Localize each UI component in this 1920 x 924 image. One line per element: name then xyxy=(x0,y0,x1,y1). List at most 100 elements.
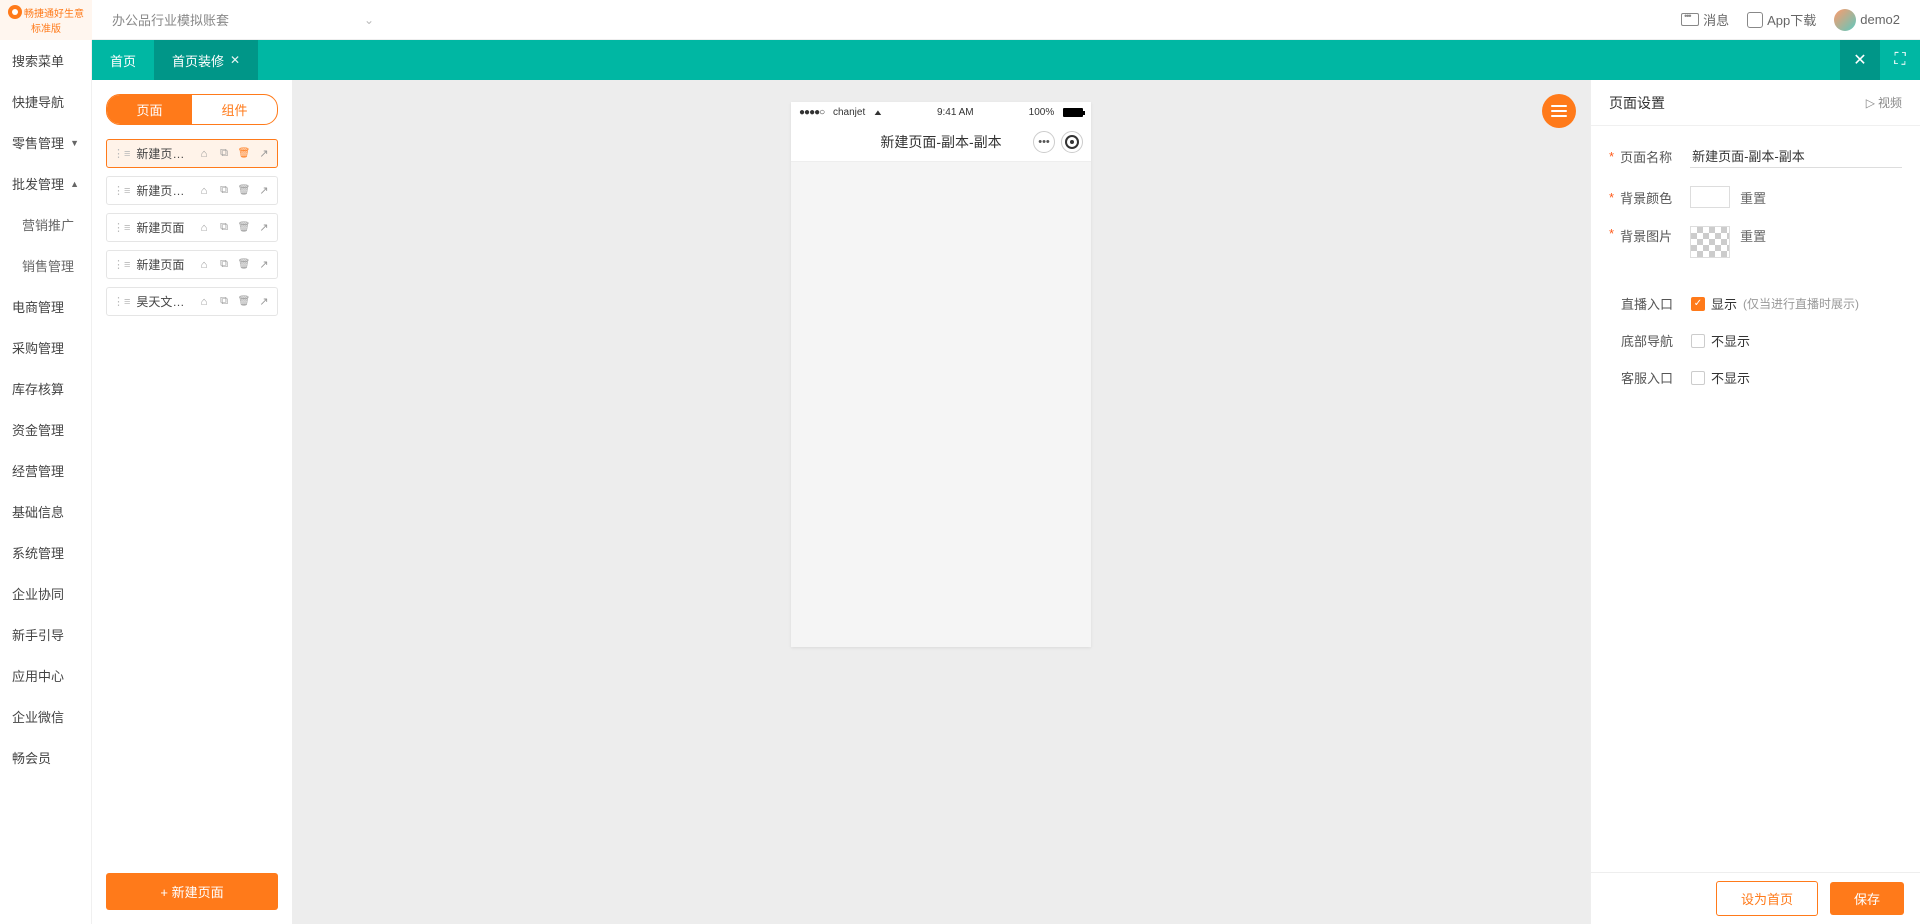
battery-icon xyxy=(1063,108,1083,117)
bottom-nav-checkbox[interactable] xyxy=(1691,334,1705,348)
page-item-2[interactable]: ⋮≡ 新建页面 xyxy=(106,213,278,242)
open-external-icon[interactable] xyxy=(257,295,271,309)
page-item-name: 新建页面 xyxy=(136,219,191,236)
field-bg-color: *背景颜色 重置 xyxy=(1609,186,1902,208)
copy-icon[interactable] xyxy=(217,147,231,161)
page-name-input[interactable] xyxy=(1690,144,1902,168)
delete-icon[interactable] xyxy=(237,221,251,235)
phone-signal: ●●●●○ chanjet xyxy=(799,107,882,118)
page-item-name: 新建页面-副本 xyxy=(136,182,191,199)
sidebar-item-13[interactable]: 企业协同 xyxy=(0,573,91,614)
sidebar-item-11[interactable]: 基础信息 xyxy=(0,491,91,532)
drag-handle-icon[interactable]: ⋮≡ xyxy=(113,184,130,197)
sidebar-item-3[interactable]: 批发管理▲ xyxy=(0,163,91,204)
sidebar: 搜索菜单快捷导航零售管理▼批发管理▲营销推广销售管理电商管理采购管理库存核算资金… xyxy=(0,40,92,924)
page-item-0[interactable]: ⋮≡新建页面-副本... xyxy=(106,139,278,168)
sidebar-item-9[interactable]: 资金管理 xyxy=(0,409,91,450)
bg-color-reset[interactable]: 重置 xyxy=(1740,188,1766,207)
brand-text: 畅捷通好生意 xyxy=(24,5,84,20)
field-live-entry: 直播入口 显示 (仅当进行直播时展示) xyxy=(1609,294,1902,313)
sidebar-item-16[interactable]: 企业微信 xyxy=(0,696,91,737)
open-external-icon[interactable] xyxy=(257,258,271,272)
drag-handle-icon[interactable]: ⋮≡ xyxy=(113,147,130,160)
brand-logo[interactable]: 畅捷通好生意 标准版 xyxy=(0,0,92,40)
sidebar-item-14[interactable]: 新手引导 xyxy=(0,614,91,655)
phone-statusbar: ●●●●○ chanjet 9:41 AM 100% xyxy=(791,102,1091,122)
page-item-1[interactable]: ⋮≡ 新建页面-副本 xyxy=(106,176,278,205)
phone-preview: ●●●●○ chanjet 9:41 AM 100% 新建页面-副本-副本 ••… xyxy=(791,102,1091,647)
field-service-entry: 客服入口 不显示 xyxy=(1609,368,1902,387)
account-selector[interactable]: 办公品行业模拟账套 ⌄ xyxy=(112,10,374,29)
page-list: ⋮≡新建页面-副本...⋮≡新建页面-副本⋮≡新建页面⋮≡新建页面⋮≡昊天文具店 xyxy=(106,139,278,863)
tab-bar-actions: ✕ ⛶ xyxy=(1840,40,1920,80)
chevron-down-icon: ⌄ xyxy=(364,13,374,27)
home-icon[interactable] xyxy=(197,184,211,198)
open-external-icon[interactable] xyxy=(257,147,271,161)
home-icon[interactable] xyxy=(197,147,211,161)
user-menu[interactable]: demo2 xyxy=(1834,9,1900,31)
service-entry-checkbox[interactable] xyxy=(1691,371,1705,385)
delete-icon[interactable] xyxy=(237,147,251,161)
sidebar-item-1[interactable]: 快捷导航 xyxy=(0,81,91,122)
close-all-tabs-button[interactable]: ✕ xyxy=(1840,40,1880,80)
tab-0[interactable]: 首页 xyxy=(92,40,154,80)
drag-handle-icon[interactable]: ⋮≡ xyxy=(113,295,130,308)
settings-title: 页面设置 xyxy=(1609,93,1665,113)
copy-icon[interactable] xyxy=(217,295,231,309)
home-icon[interactable] xyxy=(197,258,211,272)
phone-page-title: 新建页面-副本-副本 xyxy=(880,132,1001,152)
sidebar-item-5[interactable]: 销售管理 xyxy=(0,245,91,286)
page-item-4[interactable]: ⋮≡昊天文具店 xyxy=(106,287,278,316)
download-button[interactable]: App下载 xyxy=(1747,10,1816,29)
field-bottom-nav: 底部导航 不显示 xyxy=(1609,331,1902,350)
set-home-button[interactable]: 设为首页 xyxy=(1716,881,1818,916)
bg-image-reset[interactable]: 重置 xyxy=(1740,226,1766,245)
message-icon xyxy=(1681,13,1699,26)
page-item-name: 新建页面 xyxy=(136,256,191,273)
open-external-icon[interactable] xyxy=(257,184,271,198)
tab-close-icon[interactable]: ✕ xyxy=(230,53,240,67)
copy-icon[interactable] xyxy=(217,221,231,235)
delete-icon[interactable] xyxy=(237,258,251,272)
download-icon xyxy=(1747,12,1763,28)
delete-icon[interactable] xyxy=(237,295,251,309)
bg-color-swatch[interactable] xyxy=(1690,186,1730,208)
delete-icon[interactable] xyxy=(237,184,251,198)
open-external-icon[interactable] xyxy=(257,221,271,235)
miniapp-close-icon xyxy=(1061,131,1083,153)
home-icon[interactable] xyxy=(197,295,211,309)
live-show-checkbox[interactable] xyxy=(1691,297,1705,311)
settings-header: 页面设置 ▷ 视频 xyxy=(1591,80,1920,126)
drag-handle-icon[interactable]: ⋮≡ xyxy=(113,221,130,234)
sidebar-item-7[interactable]: 采购管理 xyxy=(0,327,91,368)
sidebar-item-4[interactable]: 营销推广 xyxy=(0,204,91,245)
sidebar-item-6[interactable]: 电商管理 xyxy=(0,286,91,327)
toggle-component[interactable]: 组件 xyxy=(192,95,277,124)
field-page-name: *页面名称 xyxy=(1609,144,1902,168)
sidebar-item-15[interactable]: 应用中心 xyxy=(0,655,91,696)
top-header: 畅捷通好生意 标准版 办公品行业模拟账套 ⌄ 消息 App下载 demo2 xyxy=(0,0,1920,40)
page-item-3[interactable]: ⋮≡ 新建页面 xyxy=(106,250,278,279)
bg-image-picker[interactable] xyxy=(1690,226,1730,258)
home-icon[interactable] xyxy=(197,221,211,235)
sidebar-item-17[interactable]: 畅会员 xyxy=(0,737,91,778)
logo-icon xyxy=(8,5,22,19)
drag-handle-icon[interactable]: ⋮≡ xyxy=(113,258,130,271)
save-button[interactable]: 保存 xyxy=(1830,882,1904,915)
sidebar-item-10[interactable]: 经营管理 xyxy=(0,450,91,491)
sidebar-item-2[interactable]: 零售管理▼ xyxy=(0,122,91,163)
sidebar-item-0[interactable]: 搜索菜单 xyxy=(0,40,91,81)
copy-icon[interactable] xyxy=(217,184,231,198)
video-help-link[interactable]: ▷ 视频 xyxy=(1866,94,1902,111)
tab-1[interactable]: 首页装修✕ xyxy=(154,40,258,80)
sidebar-item-12[interactable]: 系统管理 xyxy=(0,532,91,573)
sidebar-item-8[interactable]: 库存核算 xyxy=(0,368,91,409)
fullscreen-button[interactable]: ⛶ xyxy=(1880,40,1920,80)
messages-button[interactable]: 消息 xyxy=(1681,10,1729,29)
user-name: demo2 xyxy=(1860,12,1900,27)
component-drawer-button[interactable] xyxy=(1542,94,1576,128)
toggle-page[interactable]: 页面 xyxy=(107,95,192,124)
canvas-area: ●●●●○ chanjet 9:41 AM 100% 新建页面-副本-副本 ••… xyxy=(292,80,1590,924)
copy-icon[interactable] xyxy=(217,258,231,272)
new-page-button[interactable]: + 新建页面 xyxy=(106,873,278,910)
